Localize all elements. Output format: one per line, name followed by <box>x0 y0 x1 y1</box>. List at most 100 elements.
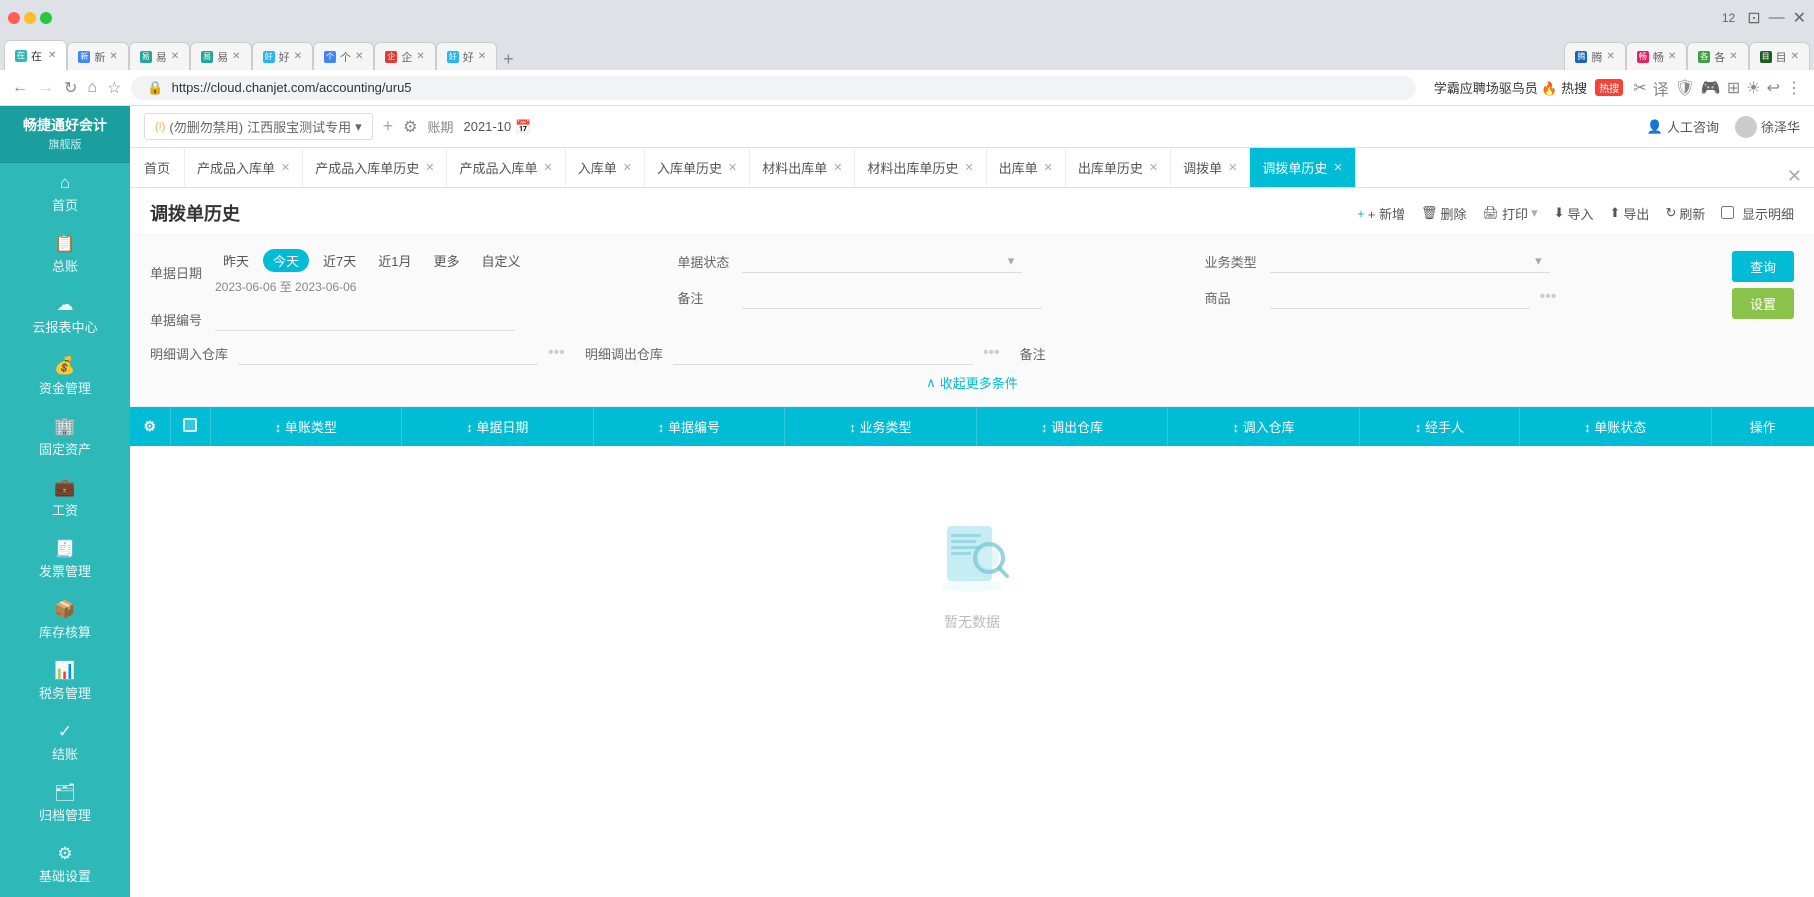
out-warehouse-more-icon[interactable]: ••• <box>983 344 1000 362</box>
browser-tab[interactable]: 畅 畅✕ <box>1626 42 1687 70</box>
sidebar-item-salary[interactable]: 💼 工资 <box>0 468 130 529</box>
date-btn-yesterday[interactable]: 昨天 <box>215 249 257 272</box>
col-date[interactable]: ↕ 单据日期 <box>402 407 594 446</box>
nav-tab-transfer-history[interactable]: 调拨单历史 ✕ <box>1250 148 1355 187</box>
docnum-input[interactable] <box>215 307 515 331</box>
sidebar-item-inventory[interactable]: 📦 库存核算 <box>0 590 130 651</box>
in-warehouse-more-icon[interactable]: ••• <box>548 344 565 362</box>
star-btn[interactable]: ☆ <box>107 78 121 98</box>
shield-icon[interactable]: 🛡 <box>1675 78 1695 98</box>
note-input[interactable] <box>742 285 1042 309</box>
browser-tab[interactable]: 好 好✕ <box>252 42 313 70</box>
period-selector[interactable]: 2021-10 📅 <box>463 119 531 135</box>
display-checkbox[interactable] <box>1721 206 1734 219</box>
add-company-btn[interactable]: + <box>383 116 394 137</box>
nav-tab-transfer[interactable]: 调拨单 ✕ <box>1171 148 1250 187</box>
date-btn-custom[interactable]: 自定义 <box>474 249 529 272</box>
user-menu[interactable]: 徐泽华 <box>1735 116 1800 138</box>
sidebar-item-settings[interactable]: ⚙ 基础设置 <box>0 834 130 895</box>
tab-close-6[interactable]: ✕ <box>833 161 842 174</box>
game-icon[interactable]: 🎮 <box>1701 78 1721 98</box>
tab-close-2[interactable]: ✕ <box>425 161 434 174</box>
tab-close-8[interactable]: ✕ <box>1044 161 1053 174</box>
sidebar-item-report[interactable]: ☁ 云报表中心 <box>0 285 130 346</box>
nav-tab-finished-in[interactable]: 产成品入库单 ✕ <box>185 148 303 187</box>
sidebar-item-home[interactable]: ⌂ 首页 <box>0 163 130 224</box>
import-btn[interactable]: ⬇ 导入 <box>1554 204 1594 223</box>
browser-tab[interactable]: 腾 腾✕ <box>1564 42 1625 70</box>
sidebar-item-close[interactable]: ✓ 结账 <box>0 712 130 773</box>
col-biztype[interactable]: ↕ 业务类型 <box>785 407 977 446</box>
date-btn-1month[interactable]: 近1月 <box>370 249 419 272</box>
grid-icon[interactable]: ⊞ <box>1727 78 1740 98</box>
tab-close-4[interactable]: ✕ <box>623 161 632 174</box>
nav-tab-material-out[interactable]: 材料出库单 ✕ <box>750 148 855 187</box>
col-handler[interactable]: ↕ 经手人 <box>1359 407 1519 446</box>
col-out-warehouse[interactable]: ↕ 调出仓库 <box>976 407 1168 446</box>
new-tab-btn[interactable]: + <box>497 49 520 70</box>
browser-tab[interactable]: 易 易✕ <box>190 42 251 70</box>
menu-icon[interactable]: ⋮ <box>1786 78 1802 98</box>
browser-tab[interactable]: 目 目✕ <box>1749 42 1810 70</box>
refresh-btn[interactable]: ↻ 刷新 <box>1665 204 1705 223</box>
service-btn[interactable]: 👤 人工咨询 <box>1647 117 1719 136</box>
nav-tab-finished-in-2[interactable]: 产成品入库单 ✕ <box>447 148 565 187</box>
date-btn-more[interactable]: 更多 <box>426 249 468 272</box>
close-all-tabs-btn[interactable]: ✕ <box>1775 166 1814 187</box>
browser-tab[interactable]: 各 各✕ <box>1687 42 1748 70</box>
col-in-warehouse[interactable]: ↕ 调入仓库 <box>1168 407 1360 446</box>
date-btn-7days[interactable]: 近7天 <box>315 249 364 272</box>
out-warehouse-input[interactable] <box>673 341 973 365</box>
tab-close-10[interactable]: ✕ <box>1228 161 1237 174</box>
sidebar-item-fund[interactable]: 💰 资金管理 <box>0 346 130 407</box>
nav-tab-in[interactable]: 入库单 ✕ <box>566 148 645 187</box>
search-bar[interactable]: 学霸应聘场驱鸟员 🔥 热搜 <box>1434 78 1587 97</box>
translate-icon[interactable]: 译 <box>1653 76 1669 100</box>
col-docnum[interactable]: ↕ 单据编号 <box>593 407 785 446</box>
status-select[interactable] <box>742 249 1022 273</box>
display-detail-checkbox[interactable]: 显示明细 <box>1721 204 1794 223</box>
col-type[interactable]: ↕ 单账类型 <box>210 407 402 446</box>
undo-icon[interactable]: ↩ <box>1767 78 1780 98</box>
sidebar-item-tax[interactable]: 📊 税务管理 <box>0 651 130 712</box>
refresh-nav-btn[interactable]: ↻ <box>64 78 77 98</box>
delete-btn[interactable]: 🗑 删除 <box>1421 204 1467 223</box>
browser-tab-active[interactable]: 在 在✕ <box>4 40 67 70</box>
collapse-btn[interactable]: ∧ 收起更多条件 <box>926 373 1018 392</box>
sidebar-item-asset[interactable]: 🏢 固定资产 <box>0 407 130 468</box>
tab-close-11[interactable]: ✕ <box>1333 161 1342 174</box>
back-btn[interactable]: ← <box>12 79 28 97</box>
table-settings-col[interactable]: ⚙ <box>130 407 170 446</box>
goods-input[interactable] <box>1270 285 1530 309</box>
nav-tab-material-out-history[interactable]: 材料出库单历史 ✕ <box>855 148 986 187</box>
print-btn[interactable]: 🖨 打印 ▾ <box>1483 204 1538 223</box>
tab-close-5[interactable]: ✕ <box>728 161 737 174</box>
in-warehouse-input[interactable] <box>238 341 538 365</box>
forward-btn[interactable]: → <box>38 79 54 97</box>
settings-filter-btn[interactable]: 设置 <box>1732 288 1794 319</box>
browser-tab[interactable]: 好 好✕ <box>436 42 497 70</box>
table-checkbox-col[interactable] <box>170 407 210 446</box>
nav-tab-out[interactable]: 出库单 ✕ <box>987 148 1066 187</box>
nav-tab-home[interactable]: 首页 <box>130 148 185 187</box>
goods-more-icon[interactable]: ••• <box>1540 288 1557 306</box>
sidebar-item-ledger[interactable]: 📋 总账 <box>0 224 130 285</box>
address-bar[interactable]: https://cloud.chanjet.com/accounting/uru… <box>172 80 412 95</box>
home-nav-btn[interactable]: ⌂ <box>87 79 97 97</box>
company-selector[interactable]: (!) (勿删勿禁用) 江西服宝测试专用 ▾ <box>144 113 373 140</box>
tab-close-3[interactable]: ✕ <box>544 161 553 174</box>
tab-close-1[interactable]: ✕ <box>281 161 290 174</box>
tab-close-9[interactable]: ✕ <box>1149 161 1158 174</box>
biztype-select[interactable] <box>1270 249 1550 273</box>
date-btn-today[interactable]: 今天 <box>263 249 309 272</box>
col-status[interactable]: ↕ 单账状态 <box>1519 407 1711 446</box>
tab-close-7[interactable]: ✕ <box>964 161 973 174</box>
browser-tab[interactable]: 新 新✕ <box>67 42 128 70</box>
select-all-checkbox[interactable] <box>183 418 197 432</box>
browser-tab[interactable]: 企 企✕ <box>374 42 435 70</box>
query-btn[interactable]: 查询 <box>1732 251 1794 282</box>
nav-tab-finished-in-history[interactable]: 产成品入库单历史 ✕ <box>303 148 447 187</box>
export-btn[interactable]: ⬆ 导出 <box>1610 204 1650 223</box>
company-settings-btn[interactable]: ⚙ <box>403 117 417 137</box>
print-dropdown-icon[interactable]: ▾ <box>1531 205 1538 221</box>
